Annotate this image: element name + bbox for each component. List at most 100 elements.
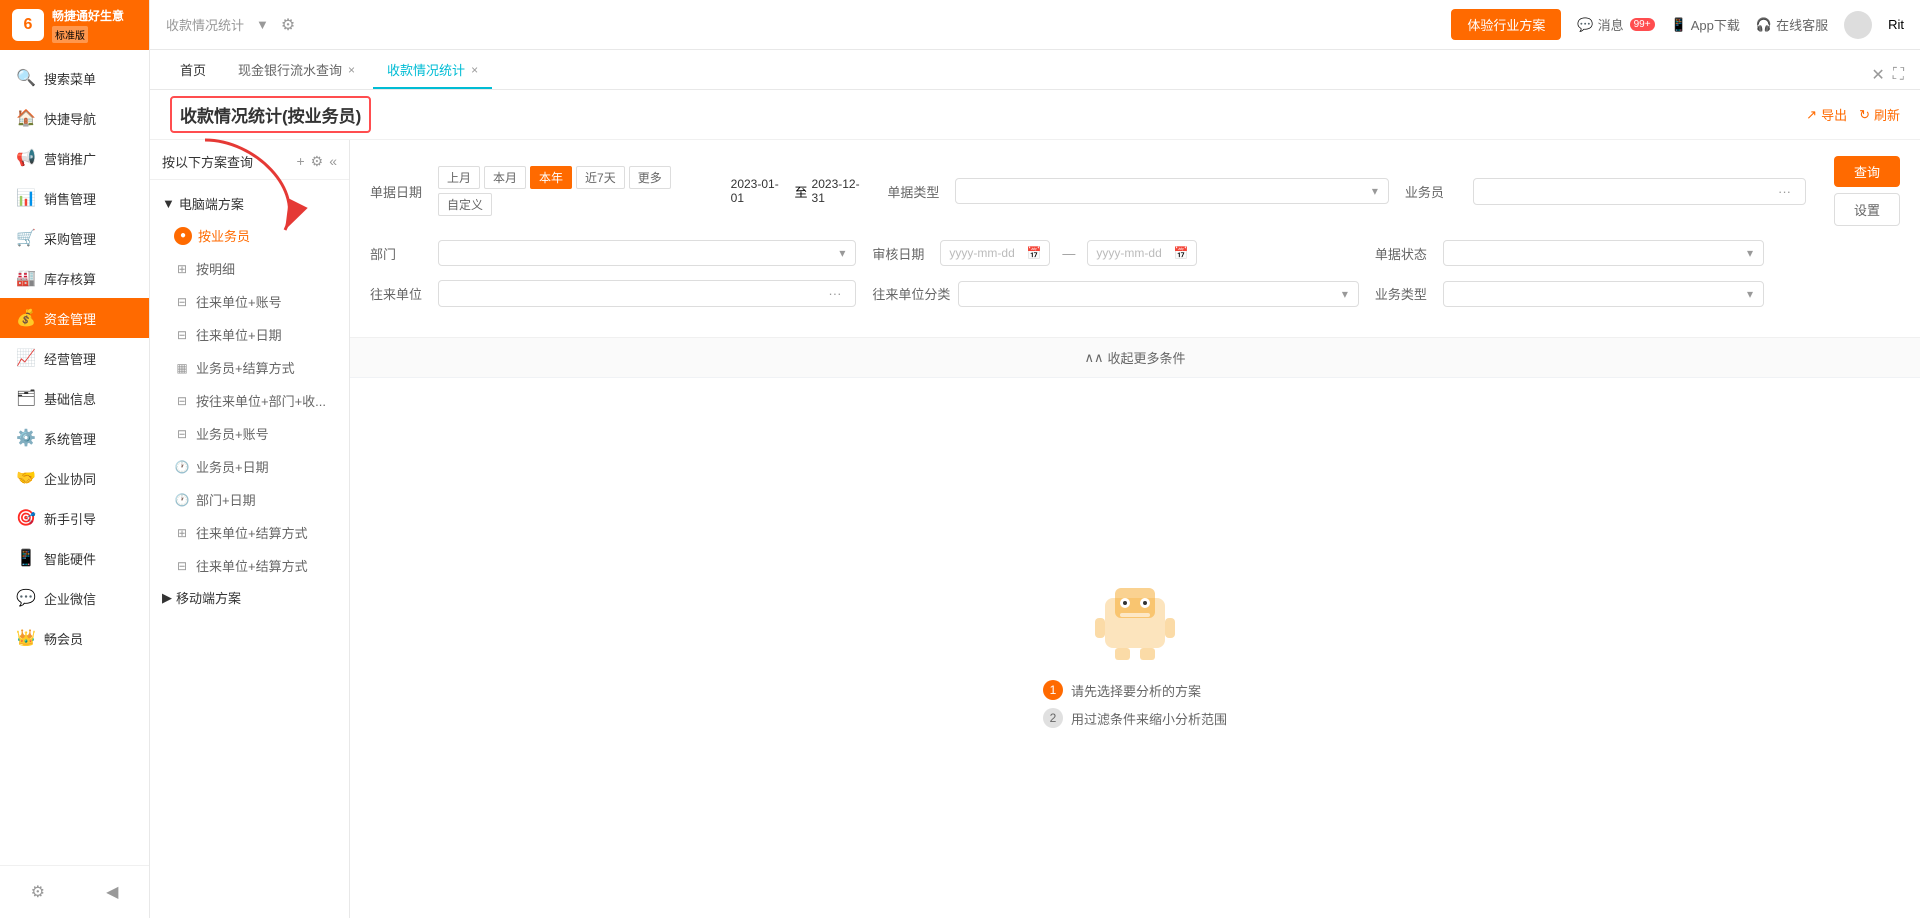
app-download-button[interactable]: 📱 App下载 — [1671, 15, 1740, 34]
calendar-icon: 📅 — [1026, 246, 1041, 260]
sidebar-item-enterprise[interactable]: 🤝企业协同 — [0, 458, 149, 498]
header-dropdown[interactable]: ▼ — [256, 17, 269, 32]
date-btn-this-month[interactable]: 本月 — [484, 166, 526, 189]
sidebar-item-member[interactable]: 👑畅会员 — [0, 618, 149, 658]
date-btn-this-year[interactable]: 本年 — [530, 166, 572, 189]
clock-icon: 🕐 — [174, 492, 190, 508]
tree-item-unit_settle2[interactable]: ⊟往来单位+结算方式 — [150, 549, 349, 582]
sidebar-item-system[interactable]: ⚙️系统管理 — [0, 418, 149, 458]
empty-step-1: 1 请先选择要分析的方案 — [1043, 680, 1227, 700]
weixin-icon: 💬 — [16, 588, 36, 608]
header-gear-icon[interactable]: ⚙ — [281, 15, 295, 35]
header-nav-title: 收款情况统计 — [166, 15, 244, 34]
left-panel-title: 按以下方案查询 — [162, 152, 253, 171]
voucher-type-chevron: ▾ — [1372, 184, 1378, 198]
salesperson-select[interactable]: ··· — [1473, 178, 1806, 205]
voucher-type-select[interactable]: ▾ — [955, 178, 1388, 204]
tree-item-salesperson_account[interactable]: ⊟业务员+账号 — [150, 417, 349, 450]
sidebar-item-sales[interactable]: 📊销售管理 — [0, 178, 149, 218]
avatar[interactable] — [1844, 11, 1872, 39]
unit-category-select[interactable]: ▾ — [958, 281, 1358, 307]
tab-maximize-icon[interactable]: ⛶ — [1893, 66, 1904, 84]
date-btn-last-month[interactable]: 上月 — [438, 166, 480, 189]
table-icon: ⊟ — [174, 426, 190, 442]
biz-type-label: 业务类型 — [1375, 284, 1435, 303]
export-button[interactable]: ↗ 导出 — [1806, 105, 1847, 124]
dept-select[interactable]: ▾ — [438, 240, 856, 266]
voucher-type-label: 单据类型 — [887, 182, 947, 201]
sidebar-item-label-newbie: 新手引导 — [44, 509, 96, 528]
tab-collection-close[interactable]: × — [471, 63, 478, 77]
tree-item-dept_date[interactable]: 🕐部门+日期 — [150, 483, 349, 516]
collapse-sidebar-icon[interactable]: ◀ — [102, 878, 122, 906]
review-date-end[interactable]: yyyy-mm-dd 📅 — [1087, 240, 1197, 266]
collapse-row: ∧∧ 收起更多条件 — [350, 337, 1920, 377]
settings-bottom-icon[interactable]: ⚙ — [27, 878, 49, 906]
date-btn-more[interactable]: 更多 — [629, 166, 671, 189]
search-icon: 🔍 — [16, 68, 36, 88]
step-1-text: 请先选择要分析的方案 — [1071, 681, 1201, 700]
dropdown-arrow-icon: ▼ — [256, 17, 269, 32]
tree-item-label-salesperson_date: 业务员+日期 — [196, 457, 269, 476]
unit-select[interactable]: ··· — [438, 280, 856, 307]
tree-item-unit_dept[interactable]: ⊟按往来单位+部门+收... — [150, 384, 349, 417]
tree-item-label-unit_settle2: 往来单位+结算方式 — [196, 556, 308, 575]
tree-item-label-unit_dept: 按往来单位+部门+收... — [196, 391, 326, 410]
sidebar-item-hardware[interactable]: 📱智能硬件 — [0, 538, 149, 578]
tree-item-label-unit_date: 往来单位+日期 — [196, 325, 282, 344]
messages-button[interactable]: 💬 消息 99+ — [1577, 15, 1654, 34]
unit-more-icon[interactable]: ··· — [828, 286, 841, 301]
sidebar-item-marketing[interactable]: 📢营销推广 — [0, 138, 149, 178]
sidebar-menu: 🔍搜索菜单🏠快捷导航📢营销推广📊销售管理🛒采购管理🏭库存核算💰资金管理📈经营管理… — [0, 50, 149, 865]
date-btn-7days[interactable]: 近7天 — [576, 166, 625, 189]
grid-icon: ⊞ — [174, 525, 190, 541]
sidebar-item-label-sales: 销售管理 — [44, 189, 96, 208]
tree-item-unit_settle1[interactable]: ⊞往来单位+结算方式 — [150, 516, 349, 549]
sidebar-item-purchase[interactable]: 🛒采购管理 — [0, 218, 149, 258]
scheme-settings-icon[interactable]: ⚙ — [311, 153, 324, 170]
tab-home[interactable]: 首页 — [166, 52, 220, 89]
service-icon: 🎧 — [1756, 17, 1772, 33]
filter-salesperson-item: 业务员 ··· — [1405, 178, 1806, 205]
tree-item-unit_date[interactable]: ⊟往来单位+日期 — [150, 318, 349, 351]
sidebar-item-newbie[interactable]: 🎯新手引导 — [0, 498, 149, 538]
collapse-button[interactable]: ∧∧ 收起更多条件 — [1084, 348, 1185, 367]
tree-group-pc-title[interactable]: ▼ 电脑端方案 — [150, 188, 349, 219]
collapse-panel-icon[interactable]: « — [329, 153, 337, 170]
sidebar-item-basicinfo[interactable]: 🗂基础信息 — [0, 378, 149, 418]
sidebar-item-search[interactable]: 🔍搜索菜单 — [0, 58, 149, 98]
salesperson-more-icon[interactable]: ··· — [1778, 184, 1791, 199]
query-button[interactable]: 查询 — [1834, 156, 1900, 187]
basicinfo-icon: 🗂 — [16, 388, 36, 408]
voucher-status-select[interactable]: ▾ — [1443, 240, 1764, 266]
tab-collection[interactable]: 收款情况统计 × — [373, 52, 492, 89]
settings-button[interactable]: 设置 — [1834, 193, 1900, 226]
sidebar-item-inventory[interactable]: 🏭库存核算 — [0, 258, 149, 298]
filter-dept-item: 部门 ▾ — [370, 240, 856, 266]
sidebar-item-quicknav[interactable]: 🏠快捷导航 — [0, 98, 149, 138]
action-buttons: 查询 设置 — [1834, 156, 1900, 226]
date-btn-custom[interactable]: 自定义 — [438, 193, 492, 216]
biz-type-select[interactable]: ▾ — [1443, 281, 1764, 307]
tree-group-mobile-title[interactable]: ▶ 移动端方案 — [150, 582, 349, 613]
tree-item-detail[interactable]: ⊞按明细 — [150, 252, 349, 285]
sidebar-item-finance[interactable]: 💰资金管理 — [0, 298, 149, 338]
tab-bank[interactable]: 现金银行流水查询 × — [224, 52, 369, 89]
sidebar-item-operations[interactable]: 📈经营管理 — [0, 338, 149, 378]
tree-item-salesperson[interactable]: ●按业务员 — [150, 219, 349, 252]
sidebar-item-weixin[interactable]: 💬企业微信 — [0, 578, 149, 618]
industry-solution-button[interactable]: 体验行业方案 — [1451, 9, 1561, 40]
unit-category-label: 往来单位分类 — [872, 284, 950, 303]
tab-bank-close[interactable]: × — [348, 63, 355, 77]
tree-item-unit_account[interactable]: ⊟往来单位+账号 — [150, 285, 349, 318]
online-service-button[interactable]: 🎧 在线客服 — [1756, 15, 1828, 34]
tree-item-salesperson_date[interactable]: 🕐业务员+日期 — [150, 450, 349, 483]
refresh-button[interactable]: ↻ 刷新 — [1859, 105, 1900, 124]
message-icon: 💬 — [1577, 17, 1593, 33]
review-date-start[interactable]: yyyy-mm-dd 📅 — [940, 240, 1050, 266]
tree-item-salesperson_settle[interactable]: ▦业务员+结算方式 — [150, 351, 349, 384]
system-icon: ⚙️ — [16, 428, 36, 448]
tab-close-all-icon[interactable]: ✕ — [1871, 65, 1884, 85]
sidebar-item-label-purchase: 采购管理 — [44, 229, 96, 248]
add-scheme-icon[interactable]: + — [296, 153, 304, 170]
